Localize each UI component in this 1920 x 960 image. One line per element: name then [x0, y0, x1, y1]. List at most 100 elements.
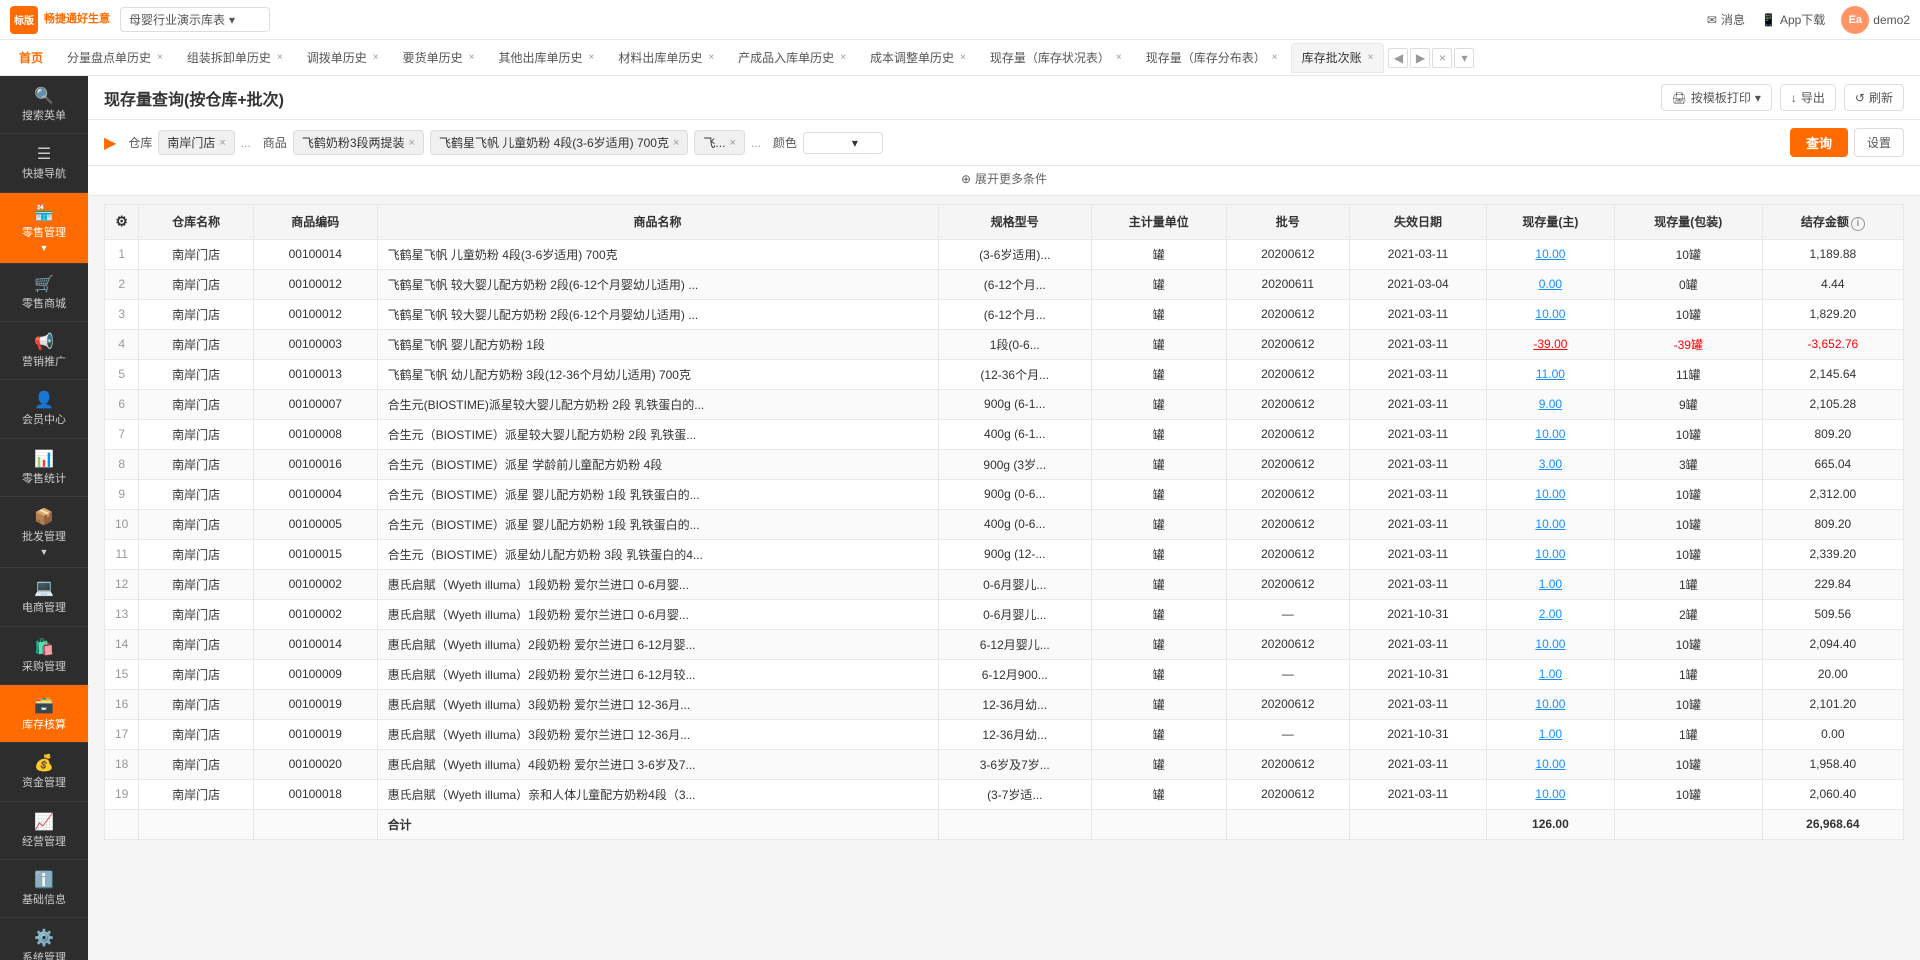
template-print-button[interactable]: 🖨 按模板打印 [1661, 84, 1772, 111]
app-download-button[interactable]: 📱 App下载 [1761, 11, 1825, 28]
sidebar-item-business[interactable]: 📈 经营管理 [0, 802, 88, 860]
row-qty-main[interactable]: 1.00 [1486, 659, 1614, 689]
company-selector[interactable]: 母婴行业演示库表 [120, 7, 270, 32]
sidebar-item-nav[interactable]: ☰ 快捷导航 [0, 134, 88, 192]
row-qty-main[interactable]: 10.00 [1486, 239, 1614, 269]
row-qty-main[interactable]: 9.00 [1486, 389, 1614, 419]
row-qty-pkg: 10罐 [1614, 539, 1762, 569]
row-num: 18 [105, 749, 139, 779]
tab-fenpan-close[interactable]: × [157, 52, 163, 63]
tab-xiancu1[interactable]: 现存量（库存状况表） × [979, 43, 1133, 73]
tab-xiancu2[interactable]: 现存量（库存分布表） × [1135, 43, 1289, 73]
product-ellipsis[interactable]: ... [751, 136, 761, 150]
row-qty-main[interactable]: 10.00 [1486, 779, 1614, 809]
row-qty-main[interactable]: 11.00 [1486, 359, 1614, 389]
tab-fenpan[interactable]: 分量盘点单历史 × [56, 43, 174, 73]
tab-home[interactable]: 首页 [8, 43, 54, 73]
tab-cailiao-close[interactable]: × [708, 52, 714, 63]
filter-bar: ▶ 仓库 南岸门店 × ... 商品 飞鹤奶粉3段两提装 × 飞鹤星飞帆 儿童奶… [88, 120, 1920, 166]
row-qty-main[interactable]: 10.00 [1486, 419, 1614, 449]
tab-cailiao[interactable]: 材料出库单历史 × [607, 43, 725, 73]
export-button[interactable]: ↓ 导出 [1780, 84, 1836, 111]
sidebar-item-basic[interactable]: ℹ️ 基础信息 [0, 860, 88, 918]
tab-diaobuo[interactable]: 调拨单历史 × [296, 43, 390, 73]
amount-info-icon[interactable]: i [1851, 217, 1865, 231]
row-qty-main[interactable]: 10.00 [1486, 749, 1614, 779]
message-icon: ✉ [1707, 13, 1717, 27]
product-tag-2[interactable]: 飞鹤星飞帆 儿童奶粉 4段(3-6岁适用) 700克 × [430, 130, 688, 155]
row-spec: 1段(0-6... [938, 329, 1091, 359]
tab-qita[interactable]: 其他出库单历史 × [487, 43, 605, 73]
tab-chengben[interactable]: 成本调整单历史 × [859, 43, 977, 73]
tab-zuzhuang-close[interactable]: × [277, 52, 283, 63]
row-qty-main[interactable]: 10.00 [1486, 629, 1614, 659]
sidebar-item-wholesale[interactable]: 📦 批发管理 ▼ [0, 497, 88, 568]
tab-xiancu1-close[interactable]: × [1116, 52, 1122, 63]
tab-close-all-button[interactable]: × [1432, 48, 1452, 68]
row-qty-main[interactable]: 0.00 [1486, 269, 1614, 299]
tab-zuzhuang[interactable]: 组装拆卸单历史 × [176, 43, 294, 73]
row-amount: 1,958.40 [1762, 749, 1903, 779]
expand-button-left[interactable]: ▶ [104, 133, 116, 153]
sidebar-item-retail-mgmt[interactable]: 🏪 零售管理 ▼ [0, 193, 88, 264]
warehouse-tag-close[interactable]: × [219, 137, 225, 149]
expand-left-icon[interactable]: ▶ [104, 133, 116, 153]
warehouse-tag[interactable]: 南岸门店 × [158, 130, 234, 155]
row-qty-main[interactable]: -39.00 [1486, 329, 1614, 359]
tab-prev-button[interactable]: ◀ [1388, 48, 1408, 68]
row-batch: 20200612 [1226, 629, 1350, 659]
row-code: 00100020 [254, 749, 378, 779]
query-button[interactable]: 查询 [1790, 128, 1848, 157]
message-button[interactable]: ✉ 消息 [1707, 11, 1745, 28]
product-tag-1[interactable]: 飞鹤奶粉3段两提装 × [293, 130, 424, 155]
th-qty-main: 现存量(主) [1486, 205, 1614, 240]
product-tag-1-close[interactable]: × [409, 137, 415, 149]
user-profile[interactable]: Ea demo2 [1841, 6, 1910, 34]
sidebar-item-purchase[interactable]: 🛍️ 采购管理 [0, 627, 88, 685]
row-qty-main[interactable]: 10.00 [1486, 539, 1614, 569]
sidebar-item-ecommerce[interactable]: 💻 电商管理 [0, 568, 88, 626]
row-qty-main[interactable]: 1.00 [1486, 569, 1614, 599]
refresh-button[interactable]: ↺ 刷新 [1844, 84, 1904, 111]
row-qty-main[interactable]: 3.00 [1486, 449, 1614, 479]
tab-next-button[interactable]: ▶ [1410, 48, 1430, 68]
sidebar-item-search[interactable]: 🔍 搜索英单 [0, 76, 88, 134]
row-qty-main[interactable]: 2.00 [1486, 599, 1614, 629]
tab-xiancu2-close[interactable]: × [1272, 52, 1278, 63]
tab-yaohuo[interactable]: 要货单历史 × [392, 43, 486, 73]
row-qty-main[interactable]: 10.00 [1486, 479, 1614, 509]
sidebar-item-system[interactable]: ⚙️ 系统管理 [0, 918, 88, 960]
expand-more-button[interactable]: ⊕ 展开更多条件 [961, 170, 1047, 187]
sidebar-item-finance[interactable]: 💰 资金管理 [0, 743, 88, 801]
sidebar-item-inventory[interactable]: 🗃️ 库存核算 [0, 685, 88, 743]
product-tag-3-close[interactable]: × [729, 137, 735, 149]
row-qty-main[interactable]: 1.00 [1486, 719, 1614, 749]
sidebar-item-retail-stats[interactable]: 📊 零售统计 [0, 439, 88, 497]
th-settings[interactable]: ⚙ [105, 205, 139, 240]
main-layout: 🔍 搜索英单 ☰ 快捷导航 🏪 零售管理 ▼ 🛒 零售商城 📢 营销推广 👤 会… [0, 76, 1920, 960]
tab-chengpin[interactable]: 产成品入库单历史 × [727, 43, 857, 73]
retail-mgmt-arrow-icon: ▼ [40, 243, 49, 253]
setting-button[interactable]: 设置 [1854, 128, 1904, 157]
tab-qita-close[interactable]: × [588, 52, 594, 63]
tab-pici[interactable]: 库存批次账 × [1291, 43, 1385, 73]
warehouse-ellipsis[interactable]: ... [241, 136, 251, 150]
product-tag-2-close[interactable]: × [673, 137, 679, 149]
tab-pici-close[interactable]: × [1368, 52, 1374, 63]
color-select[interactable] [803, 132, 883, 154]
row-qty-main[interactable]: 10.00 [1486, 299, 1614, 329]
row-qty-main[interactable]: 10.00 [1486, 509, 1614, 539]
sidebar-item-retail-shop[interactable]: 🛒 零售商城 [0, 264, 88, 322]
tab-diaobuo-close[interactable]: × [373, 52, 379, 63]
footer-empty7 [1350, 809, 1487, 839]
row-batch: — [1226, 599, 1350, 629]
tab-yaohuo-close[interactable]: × [469, 52, 475, 63]
settings-gear-icon[interactable]: ⚙ [115, 213, 128, 229]
sidebar-item-member[interactable]: 👤 会员中心 [0, 380, 88, 438]
tab-chengpin-close[interactable]: × [840, 52, 846, 63]
row-qty-main[interactable]: 10.00 [1486, 689, 1614, 719]
sidebar-item-marketing[interactable]: 📢 营销推广 [0, 322, 88, 380]
tab-chengben-close[interactable]: × [960, 52, 966, 63]
product-tag-3[interactable]: 飞... × [694, 130, 744, 155]
tab-menu-button[interactable]: ▾ [1454, 48, 1474, 68]
